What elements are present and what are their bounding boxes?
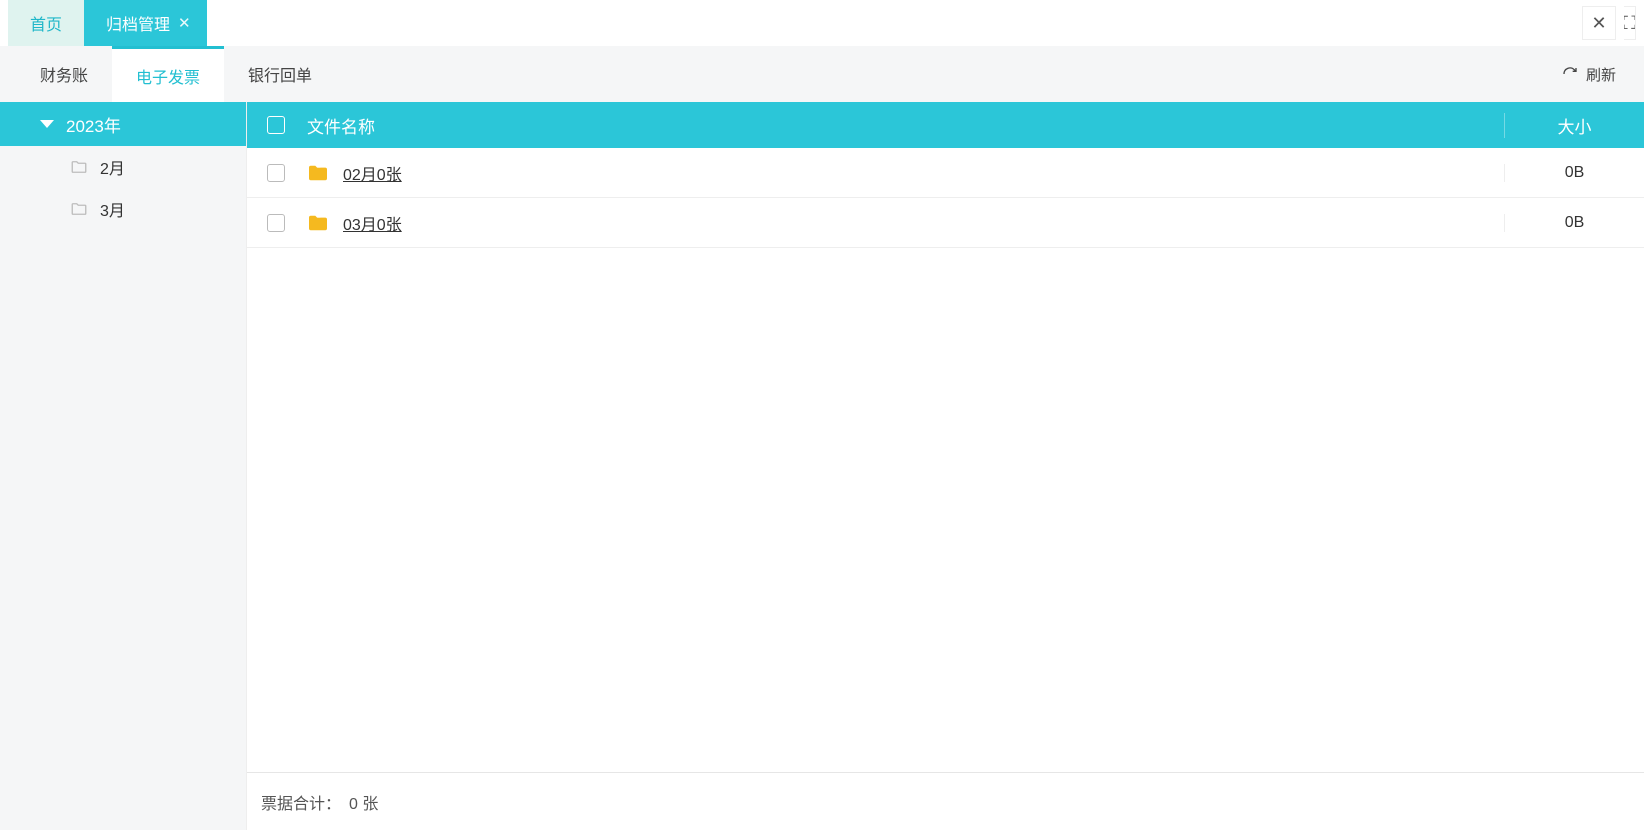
tree-month-node[interactable]: 3月: [0, 188, 246, 230]
refresh-icon: [1562, 66, 1578, 82]
sub-tab-einvoice[interactable]: 电子发票: [112, 46, 224, 102]
tab-home-label: 首页: [30, 11, 62, 35]
chevron-down-icon: [40, 120, 54, 128]
tree-month-label: 3月: [100, 197, 125, 221]
folder-tree: 2023年 2月 3月: [0, 102, 246, 830]
row-checkbox[interactable]: [267, 214, 285, 232]
close-all-tabs-button[interactable]: ✕: [1582, 6, 1616, 40]
folder-icon: [70, 158, 88, 176]
close-icon[interactable]: ✕: [178, 14, 191, 32]
tree-month-node[interactable]: 2月: [0, 146, 246, 188]
table-row[interactable]: 02月0张 0B: [247, 148, 1644, 198]
tab-archive-mgmt-label: 归档管理: [106, 11, 170, 35]
file-name-link[interactable]: 02月0张: [343, 161, 402, 185]
table-header: 文件名称 大小: [247, 102, 1644, 148]
folder-icon: [307, 214, 329, 232]
tab-home[interactable]: 首页: [8, 0, 84, 46]
sub-tab-bank-receipt-label: 银行回单: [248, 62, 312, 86]
row-checkbox[interactable]: [267, 164, 285, 182]
tree-year-node[interactable]: 2023年: [0, 102, 246, 146]
close-icon: ✕: [1591, 13, 1606, 34]
sub-tab-bank-receipt[interactable]: 银行回单: [224, 46, 336, 102]
summary-footer: 票据合计： 0 张: [247, 772, 1644, 830]
top-tab-bar: 首页 归档管理 ✕ ✕ ⛶: [0, 0, 1644, 46]
table-row[interactable]: 03月0张 0B: [247, 198, 1644, 248]
folder-icon: [70, 200, 88, 218]
sub-tab-einvoice-label: 电子发票: [136, 64, 200, 88]
tab-archive-mgmt[interactable]: 归档管理 ✕: [84, 0, 207, 46]
file-size: 0B: [1565, 164, 1585, 182]
summary-value: 0 张: [349, 790, 378, 814]
select-all-checkbox[interactable]: [267, 116, 285, 134]
folder-icon: [307, 164, 329, 182]
sub-tab-finance-label: 财务账: [40, 62, 88, 86]
column-header-size: 大小: [1558, 113, 1592, 138]
file-table: 文件名称 大小 02月0张: [246, 102, 1644, 830]
file-name-link[interactable]: 03月0张: [343, 211, 402, 235]
sub-tab-bar: 财务账 电子发票 银行回单 刷新: [0, 46, 1644, 102]
file-size: 0B: [1565, 214, 1585, 232]
fullscreen-icon: ⛶: [1624, 13, 1636, 34]
sub-tab-finance[interactable]: 财务账: [16, 46, 112, 102]
fullscreen-button[interactable]: ⛶: [1624, 6, 1636, 40]
column-header-name: 文件名称: [307, 113, 375, 138]
refresh-button[interactable]: 刷新: [1562, 46, 1616, 102]
tree-month-label: 2月: [100, 155, 125, 179]
tree-year-label: 2023年: [66, 112, 121, 137]
refresh-label: 刷新: [1586, 64, 1616, 85]
summary-label: 票据合计：: [261, 790, 341, 814]
